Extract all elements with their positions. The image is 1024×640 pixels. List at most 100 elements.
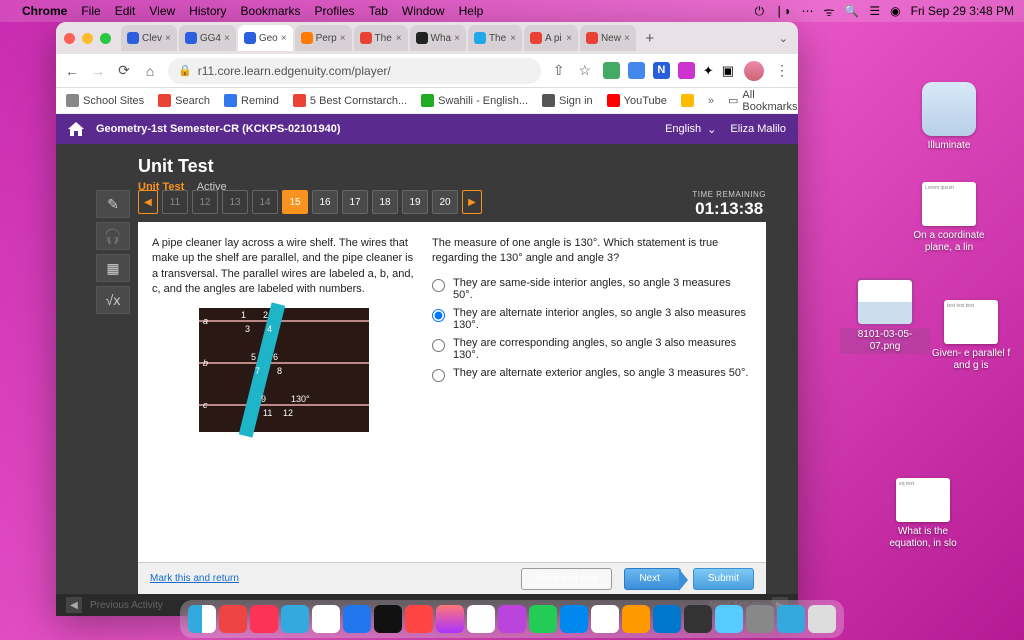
status-icon[interactable]: ⋯ bbox=[801, 4, 813, 18]
radio-input[interactable] bbox=[432, 279, 445, 292]
close-tab-icon[interactable]: × bbox=[396, 33, 402, 44]
bookmark-item[interactable]: Sign in bbox=[542, 94, 593, 107]
bookmark-item[interactable]: Swahili - English... bbox=[421, 94, 528, 107]
question-number[interactable]: 16 bbox=[312, 190, 338, 214]
language-select[interactable]: English⌄ bbox=[665, 123, 716, 136]
dock-app-icon[interactable] bbox=[405, 605, 433, 633]
dock-trash-icon[interactable] bbox=[808, 605, 836, 633]
chrome-menu-icon[interactable]: ⋮ bbox=[774, 63, 790, 79]
profile-avatar[interactable] bbox=[744, 61, 764, 81]
menu-file[interactable]: File bbox=[81, 4, 100, 18]
question-number[interactable]: 14 bbox=[252, 190, 278, 214]
bookmark-item[interactable]: 5 Best Cornstarch... bbox=[293, 94, 407, 107]
close-tab-icon[interactable]: × bbox=[624, 33, 630, 44]
calculator-tool-icon[interactable]: ▦ bbox=[96, 254, 130, 282]
radio-input[interactable] bbox=[432, 369, 445, 382]
extension-icon[interactable]: N bbox=[653, 62, 670, 79]
answer-option[interactable]: They are alternate exterior angles, so a… bbox=[432, 367, 752, 382]
browser-tab[interactable]: Perp× bbox=[295, 25, 352, 51]
radio-input[interactable] bbox=[432, 309, 445, 322]
dock-app-icon[interactable] bbox=[312, 605, 340, 633]
dock-app-icon[interactable] bbox=[684, 605, 712, 633]
next-button[interactable]: Next bbox=[624, 568, 681, 590]
extension-icon[interactable] bbox=[603, 62, 620, 79]
maximize-window-button[interactable] bbox=[100, 33, 111, 44]
answer-option[interactable]: They are same-side interior angles, so a… bbox=[432, 277, 752, 301]
close-tab-icon[interactable]: × bbox=[165, 33, 171, 44]
dock-app-icon[interactable] bbox=[715, 605, 743, 633]
question-number[interactable]: 19 bbox=[402, 190, 428, 214]
dock-app-icon[interactable] bbox=[436, 605, 464, 633]
close-tab-icon[interactable]: × bbox=[510, 33, 516, 44]
user-name[interactable]: Eliza Malilo bbox=[730, 123, 786, 135]
menu-edit[interactable]: Edit bbox=[115, 4, 136, 18]
home-icon[interactable] bbox=[68, 122, 84, 136]
menu-view[interactable]: View bbox=[149, 4, 175, 18]
question-number-current[interactable]: 15 bbox=[282, 190, 308, 214]
browser-tab[interactable]: Wha× bbox=[410, 25, 466, 51]
prev-question-button[interactable]: ◀ bbox=[138, 190, 158, 214]
search-icon[interactable]: 🔍 bbox=[844, 4, 859, 18]
question-number[interactable]: 17 bbox=[342, 190, 368, 214]
star-icon[interactable]: ☆ bbox=[577, 63, 593, 79]
browser-tab[interactable]: A pi× bbox=[524, 25, 578, 51]
formula-tool-icon[interactable]: √x bbox=[96, 286, 130, 314]
question-number[interactable]: 13 bbox=[222, 190, 248, 214]
wifi-icon[interactable]: ᯤ bbox=[823, 3, 834, 20]
prev-activity-button[interactable]: ◀ bbox=[66, 597, 82, 613]
new-tab-button[interactable]: + bbox=[638, 30, 662, 47]
bookmark-item[interactable] bbox=[681, 94, 694, 107]
dock-app-icon[interactable] bbox=[467, 605, 495, 633]
active-app-name[interactable]: Chrome bbox=[22, 4, 67, 18]
all-bookmarks[interactable]: ▭All Bookmarks bbox=[728, 89, 797, 113]
share-icon[interactable]: ⇧ bbox=[551, 63, 567, 79]
desktop-icon[interactable]: Illuminate bbox=[904, 82, 994, 152]
question-number[interactable]: 20 bbox=[432, 190, 458, 214]
close-tab-icon[interactable]: × bbox=[224, 33, 230, 44]
bookmark-item[interactable]: YouTube bbox=[607, 94, 667, 107]
save-exit-button[interactable]: Save and Exit bbox=[521, 568, 613, 590]
url-field[interactable]: 🔒 r11.core.learn.edgenuity.com/player/ bbox=[168, 58, 541, 84]
close-tab-icon[interactable]: × bbox=[566, 33, 572, 44]
bookmark-item[interactable]: Remind bbox=[224, 94, 279, 107]
extension-icon[interactable] bbox=[628, 62, 645, 79]
control-center-icon[interactable]: ☰ bbox=[869, 4, 880, 18]
status-icon[interactable]: ❘◗ bbox=[774, 4, 791, 18]
status-icon[interactable]: ⏻ bbox=[755, 4, 765, 19]
dock-app-icon[interactable] bbox=[374, 605, 402, 633]
browser-tab[interactable]: The× bbox=[354, 25, 408, 51]
browser-tab[interactable]: Clev× bbox=[121, 25, 177, 51]
siri-icon[interactable]: ◉ bbox=[890, 4, 900, 18]
dock-app-icon[interactable] bbox=[281, 605, 309, 633]
dock-app-icon[interactable] bbox=[529, 605, 557, 633]
dock-app-icon[interactable] bbox=[746, 605, 774, 633]
question-number[interactable]: 18 bbox=[372, 190, 398, 214]
dock-app-icon[interactable] bbox=[653, 605, 681, 633]
dock-app-icon[interactable] bbox=[343, 605, 371, 633]
close-window-button[interactable] bbox=[64, 33, 75, 44]
desktop-icon-selected[interactable]: 8101-03-05-07.png bbox=[840, 280, 930, 354]
browser-tab[interactable]: GG4× bbox=[179, 25, 236, 51]
radio-input[interactable] bbox=[432, 339, 445, 352]
dock-app-icon[interactable] bbox=[560, 605, 588, 633]
clock[interactable]: Fri Sep 29 3:48 PM bbox=[911, 4, 1014, 18]
menu-help[interactable]: Help bbox=[459, 4, 484, 18]
question-number[interactable]: 12 bbox=[192, 190, 218, 214]
browser-tab[interactable]: Geo× bbox=[238, 25, 293, 51]
question-number[interactable]: 11 bbox=[162, 190, 188, 214]
minimize-window-button[interactable] bbox=[82, 33, 93, 44]
tab-overflow-button[interactable]: ⌄ bbox=[779, 32, 788, 45]
close-tab-icon[interactable]: × bbox=[454, 33, 460, 44]
menu-history[interactable]: History bbox=[189, 4, 226, 18]
answer-option[interactable]: They are alternate interior angles, so a… bbox=[432, 307, 752, 331]
menu-window[interactable]: Window bbox=[402, 4, 445, 18]
menu-profiles[interactable]: Profiles bbox=[315, 4, 355, 18]
pencil-tool-icon[interactable]: ✎ bbox=[96, 190, 130, 218]
desktop-icon[interactable]: eq text What is the equation, in slo bbox=[878, 478, 968, 550]
mark-and-return-link[interactable]: Mark this and return bbox=[150, 573, 239, 584]
dock-app-icon[interactable] bbox=[498, 605, 526, 633]
bookmark-item[interactable]: Search bbox=[158, 94, 210, 107]
submit-button[interactable]: Submit bbox=[693, 568, 754, 590]
extensions-menu-icon[interactable]: ✦ bbox=[703, 63, 714, 79]
reload-button[interactable]: ⟳ bbox=[116, 63, 132, 79]
